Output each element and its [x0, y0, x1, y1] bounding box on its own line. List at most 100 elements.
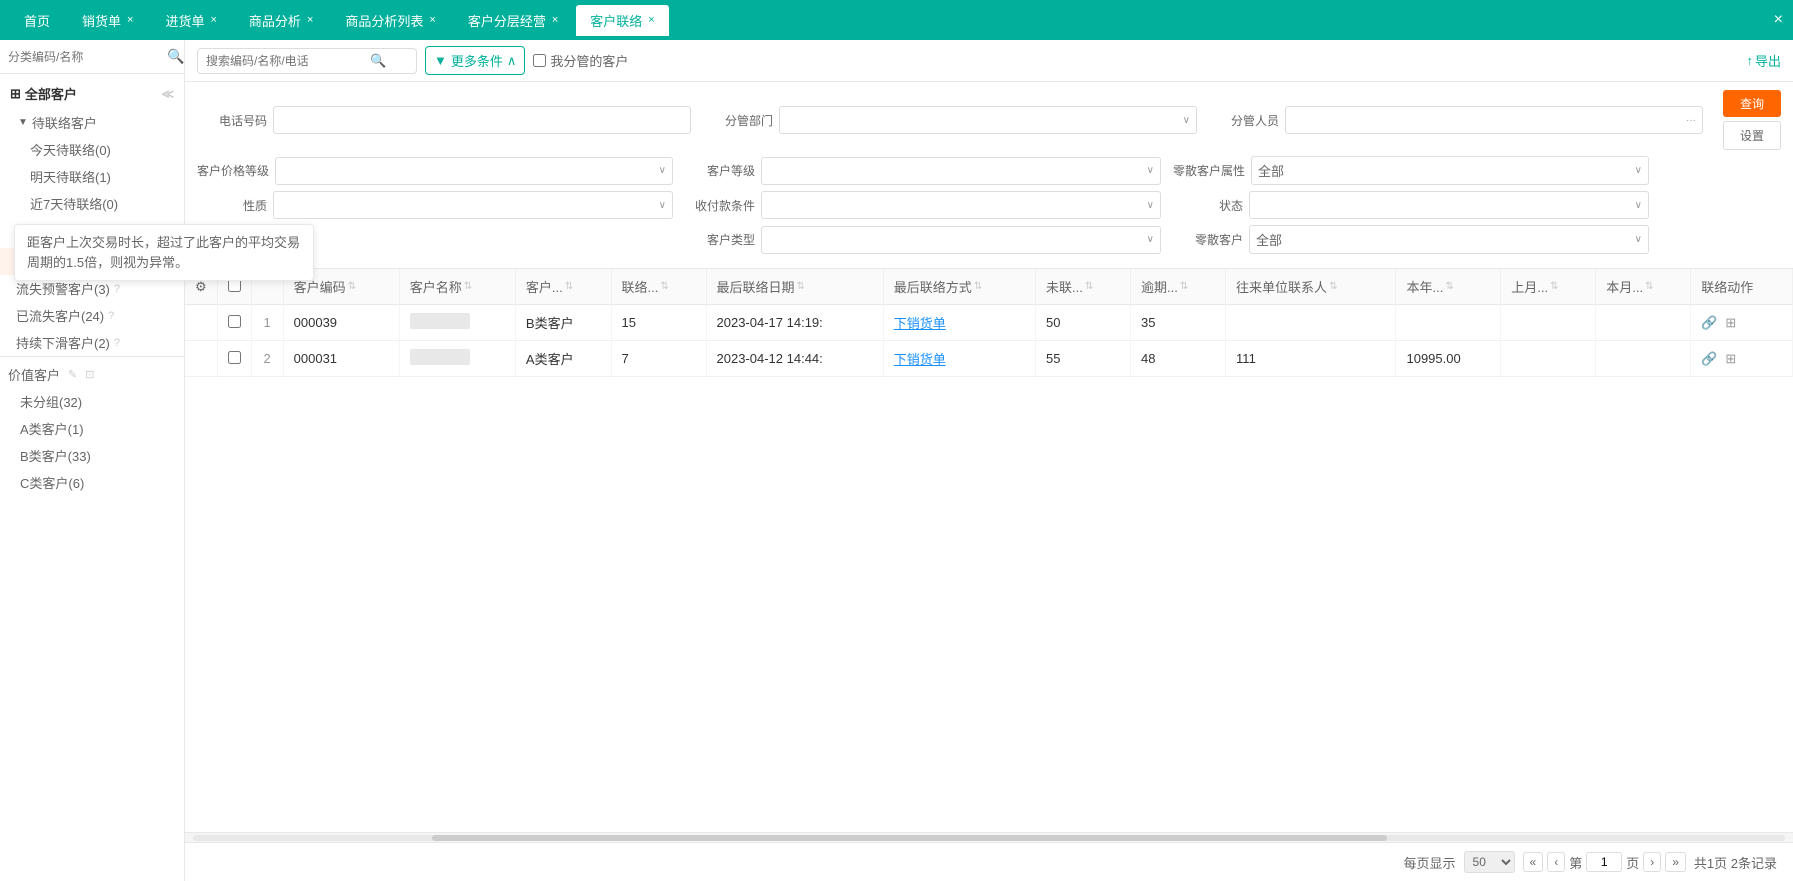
filter-customer-type: 客户类型 ∨ [685, 226, 1161, 254]
horizontal-scrollbar[interactable] [185, 832, 1793, 842]
help-icon-declining[interactable]: ? [114, 337, 120, 349]
sidebar-item-class-a[interactable]: A类客户(1) [0, 415, 184, 442]
expanded-filter: 电话号码 分管部门 ∨ 分管人员 ··· 查询 设置 [185, 82, 1793, 269]
gender-select[interactable]: ∨ [273, 191, 673, 219]
sidebar-search-icon[interactable]: 🔍 [167, 48, 184, 65]
settings-icon[interactable]: ⊡ [85, 368, 94, 381]
sort-this-month-icon[interactable]: ⇅ [1645, 281, 1653, 292]
sort-customer-type-icon[interactable]: ⇅ [565, 281, 573, 292]
row1-uncontacted: 50 [1036, 305, 1131, 341]
sidebar-all-customers[interactable]: ⊞ 全部客户 ≪ [0, 78, 184, 109]
customer-type-select[interactable]: ∨ [761, 226, 1161, 254]
edit-icon[interactable]: ✎ [68, 368, 77, 381]
row1-link-icon[interactable]: 🔗 [1701, 315, 1717, 331]
help-icon-churn[interactable]: ? [114, 283, 120, 295]
set-button[interactable]: 设置 [1723, 121, 1781, 150]
help-icon-lost[interactable]: ? [108, 310, 114, 322]
col-this-year: 本年... ⇅ [1396, 269, 1501, 305]
page-label: 第 [1569, 853, 1582, 872]
sort-overdue-icon[interactable]: ⇅ [1180, 281, 1188, 292]
more-filter-btn[interactable]: ▼ 更多条件 ∧ [425, 46, 525, 75]
pending-contact-title[interactable]: ▼ 待联络客户 [10, 109, 184, 136]
row1-last-date: 2023-04-17 14:19: [706, 305, 883, 341]
close-product-analysis-tab[interactable]: × [307, 14, 313, 26]
close-sales-tab[interactable]: × [127, 14, 133, 26]
query-button[interactable]: 查询 [1723, 90, 1781, 117]
dept-select[interactable]: ∨ [779, 106, 1197, 134]
row2-check [217, 341, 251, 377]
close-customer-tier-tab[interactable]: × [552, 14, 558, 26]
retail-customer-select[interactable]: 全部 ∨ [1249, 225, 1649, 254]
search-input[interactable] [206, 54, 366, 68]
search-icon[interactable]: 🔍 [370, 53, 386, 69]
tab-product-analysis[interactable]: 商品分析 × [235, 5, 327, 36]
close-product-list-tab[interactable]: × [429, 14, 435, 26]
price-grade-select[interactable]: ∨ [275, 157, 673, 185]
row1-historical [1226, 305, 1396, 341]
close-all-btn[interactable]: × [1774, 11, 1783, 29]
row2-this-month [1596, 341, 1691, 377]
sort-historical-icon[interactable]: ⇅ [1329, 281, 1337, 292]
sidebar-item-tomorrow[interactable]: 明天待联络(1) [10, 163, 184, 190]
dept-arrow-icon: ∨ [1183, 115, 1190, 126]
tab-home[interactable]: 首页 [10, 5, 64, 36]
collapse-icon[interactable]: ≪ [161, 87, 174, 101]
status-select[interactable]: ∨ [1249, 191, 1649, 219]
sort-contact-icon[interactable]: ⇅ [660, 281, 668, 292]
tab-purchase[interactable]: 进货单 × [151, 5, 230, 36]
sidebar-search-input[interactable] [8, 50, 163, 64]
page-input[interactable] [1586, 852, 1622, 872]
prev-page-btn[interactable]: ‹ [1547, 852, 1565, 872]
sort-customer-name-icon[interactable]: ⇅ [464, 281, 472, 292]
row2-method-link[interactable]: 下销货单 [894, 352, 946, 367]
sidebar-item-today[interactable]: 今天待联络(0) [10, 136, 184, 163]
tab-customer-contact[interactable]: 客户联络 × [576, 5, 668, 36]
sort-date-icon[interactable]: ⇅ [797, 281, 805, 292]
sort-uncontacted-icon[interactable]: ⇅ [1085, 281, 1093, 292]
export-btn[interactable]: ↑ 导出 [1746, 51, 1781, 70]
row1-method-link[interactable]: 下销货单 [894, 316, 946, 331]
row1-checkbox[interactable] [228, 315, 241, 328]
per-page-select[interactable]: 50 100 200 [1464, 851, 1515, 873]
row2-grid-icon[interactable]: ⊞ [1725, 351, 1736, 367]
close-customer-contact-tab[interactable]: × [648, 14, 654, 26]
value-customers-title[interactable]: 价值客户 ✎ ⊡ [0, 361, 184, 388]
filter-payment: 收付款条件 ∨ [685, 191, 1161, 219]
col-last-contact-method: 最后联络方式 ⇅ [883, 269, 1035, 305]
retail-attr-arrow: ∨ [1635, 165, 1642, 176]
person-select[interactable]: ··· [1285, 106, 1703, 134]
sidebar-item-declining[interactable]: 持续下滑客户(2) ? [0, 329, 184, 356]
sidebar-item-7days[interactable]: 近7天待联络(0) [10, 190, 184, 217]
tab-customer-tier[interactable]: 客户分层经营 × [454, 5, 572, 36]
row1-check [217, 305, 251, 341]
retail-customer-label: 零散客户 [1173, 231, 1243, 248]
retail-attr-select[interactable]: 全部 ∨ [1251, 156, 1649, 185]
sort-method-icon[interactable]: ⇅ [974, 281, 982, 292]
sort-last-month-icon[interactable]: ⇅ [1550, 281, 1558, 292]
row2-link-icon[interactable]: 🔗 [1701, 351, 1717, 367]
first-page-btn[interactable]: « [1523, 852, 1544, 872]
my-customer-checkbox[interactable] [533, 54, 546, 67]
customer-grade-select[interactable]: ∨ [761, 157, 1161, 185]
sort-this-year-icon[interactable]: ⇅ [1445, 281, 1453, 292]
my-customer-checkbox-label[interactable]: 我分管的客户 [533, 51, 628, 70]
row2-num: 2 [251, 341, 283, 377]
sort-customer-code-icon[interactable]: ⇅ [348, 281, 356, 292]
phone-input[interactable] [273, 106, 691, 134]
next-page-btn[interactable]: › [1643, 852, 1661, 872]
last-page-btn[interactable]: » [1665, 852, 1686, 872]
sidebar-item-class-c[interactable]: C类客户(6) [0, 469, 184, 496]
sidebar-item-lost[interactable]: 已流失客户(24) ? [0, 302, 184, 329]
sidebar-item-unclassified[interactable]: 未分组(32) [0, 388, 184, 415]
tab-sales[interactable]: 销货单 × [68, 5, 147, 36]
row1-code: 000039 [283, 305, 399, 341]
row2-checkbox[interactable] [228, 351, 241, 364]
col-overdue: 逾期... ⇅ [1131, 269, 1226, 305]
sidebar-item-class-b[interactable]: B类客户(33) [0, 442, 184, 469]
tab-product-analysis-list[interactable]: 商品分析列表 × [331, 5, 449, 36]
close-purchase-tab[interactable]: × [210, 14, 216, 26]
filter-row-1: 电话号码 分管部门 ∨ 分管人员 ··· 查询 设置 [197, 90, 1781, 150]
payment-select[interactable]: ∨ [761, 191, 1161, 219]
scroll-thumb[interactable] [432, 835, 1387, 841]
row1-grid-icon[interactable]: ⊞ [1725, 315, 1736, 331]
